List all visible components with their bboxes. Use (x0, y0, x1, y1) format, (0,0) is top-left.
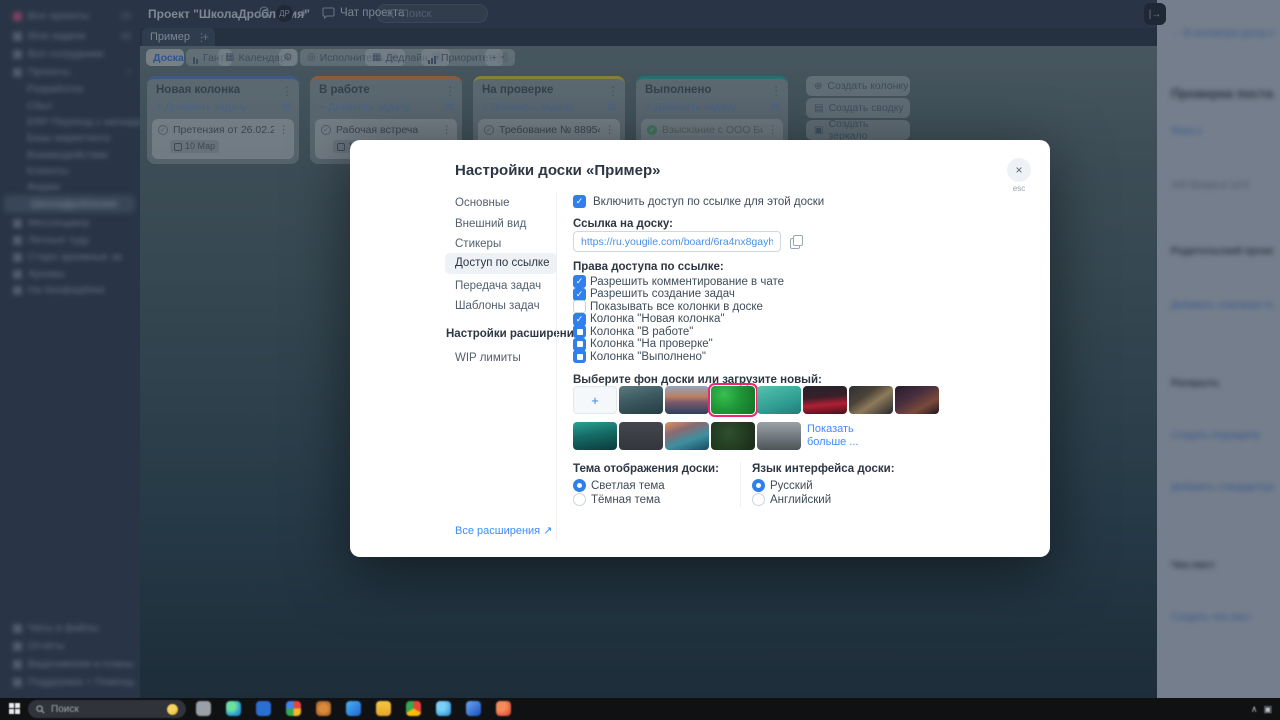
tray-chevron-icon: ∧ (1250, 704, 1258, 714)
background-thumb[interactable] (757, 386, 801, 414)
taskbar-search[interactable]: Поиск (28, 700, 186, 718)
taskbar-app-skype[interactable] (436, 701, 451, 716)
taskbar-app-store[interactable] (286, 701, 301, 716)
link-label: Ссылка на доску: (573, 218, 673, 230)
light-theme-radio[interactable] (573, 479, 586, 492)
background-thumb[interactable] (895, 386, 939, 414)
column-inprogress-checkbox[interactable] (573, 325, 586, 338)
close-icon[interactable]: × (1007, 158, 1031, 182)
background-thumb[interactable] (803, 386, 847, 414)
background-thumb[interactable] (665, 386, 709, 414)
menu-item-task-transfer[interactable]: Передача задач (455, 280, 541, 292)
column-new-checkbox[interactable]: ✓ (573, 312, 586, 326)
background-label: Выберите фон доски или загрузите новый: (573, 374, 822, 386)
background-thumb[interactable] (573, 422, 617, 450)
taskbar-app-red[interactable] (496, 701, 511, 716)
dark-theme-radio[interactable] (573, 493, 586, 506)
background-thumb[interactable] (619, 422, 663, 450)
enable-link-checkbox[interactable]: ✓ (573, 195, 586, 208)
search-icon (36, 704, 45, 714)
background-thumb[interactable] (665, 422, 709, 450)
background-thumb[interactable] (849, 386, 893, 414)
column-done-checkbox[interactable] (573, 350, 586, 363)
allow-comments-checkbox[interactable]: ✓ (573, 275, 586, 288)
allow-create-tasks-checkbox[interactable]: ✓ (573, 287, 586, 301)
background-thumb[interactable] (619, 386, 663, 414)
russian-radio[interactable] (752, 479, 765, 492)
system-tray[interactable]: ∧ ▣ (1251, 704, 1272, 715)
taskbar-app-word[interactable] (466, 701, 481, 716)
board-link-input[interactable] (573, 231, 781, 252)
board-settings-modal: Настройки доски «Пример» × esc Основные … (350, 140, 1050, 557)
language-label: Язык интерфейса доски: (752, 463, 895, 475)
background-thumb[interactable] (711, 422, 755, 450)
taskbar-app-blue[interactable] (256, 701, 271, 716)
esc-hint: esc (1012, 184, 1026, 193)
show-more-link[interactable]: Показать больше ... (807, 423, 859, 449)
menu-section-extensions: Настройки расширений (446, 328, 581, 340)
theme-label: Тема отображения доски: (573, 463, 719, 475)
all-extensions-link[interactable]: Все расширения ↗ (455, 524, 552, 537)
upload-background-tile[interactable]: + (573, 386, 617, 414)
taskbar-app-orange[interactable] (316, 701, 331, 716)
menu-item-appearance[interactable]: Внешний вид (455, 218, 526, 230)
show-all-columns-checkbox[interactable] (573, 300, 586, 313)
column-review-checkbox[interactable] (573, 337, 586, 351)
english-radio[interactable] (752, 493, 765, 506)
copy-link-icon[interactable] (790, 235, 803, 249)
tray-icon: ▣ (1263, 704, 1272, 714)
rights-label: Права доступа по ссылке: (573, 261, 724, 273)
modal-title: Настройки доски «Пример» (455, 162, 661, 179)
weather-icon (167, 703, 178, 715)
taskbar-app-mail[interactable] (346, 701, 361, 716)
taskbar-app-widgets[interactable] (196, 701, 211, 716)
app-screen: Все проекты 25 Мои задачи 48 Все сотрудник… (0, 0, 1280, 720)
menu-item-task-templates[interactable]: Шаблоны задач (455, 300, 540, 312)
menu-item-general[interactable]: Основные (455, 197, 510, 209)
os-taskbar: Поиск ∧ ▣ (0, 698, 1280, 720)
background-row-1: + (573, 383, 939, 417)
background-thumb[interactable] (757, 422, 801, 450)
theme-lang-divider (740, 462, 741, 507)
background-thumb-selected[interactable] (708, 383, 758, 417)
menu-divider (556, 192, 557, 540)
taskbar-app-browser[interactable] (226, 701, 241, 716)
start-button[interactable] (9, 703, 20, 714)
taskbar-app-folder[interactable] (376, 701, 391, 716)
menu-item-stickers[interactable]: Стикеры (455, 238, 501, 250)
menu-item-link-access[interactable]: Доступ по ссылке (455, 257, 549, 269)
taskbar-app-chrome[interactable] (406, 701, 421, 716)
background-row-2 (573, 422, 801, 450)
menu-item-wip-limits[interactable]: WIP лимиты (455, 352, 521, 364)
